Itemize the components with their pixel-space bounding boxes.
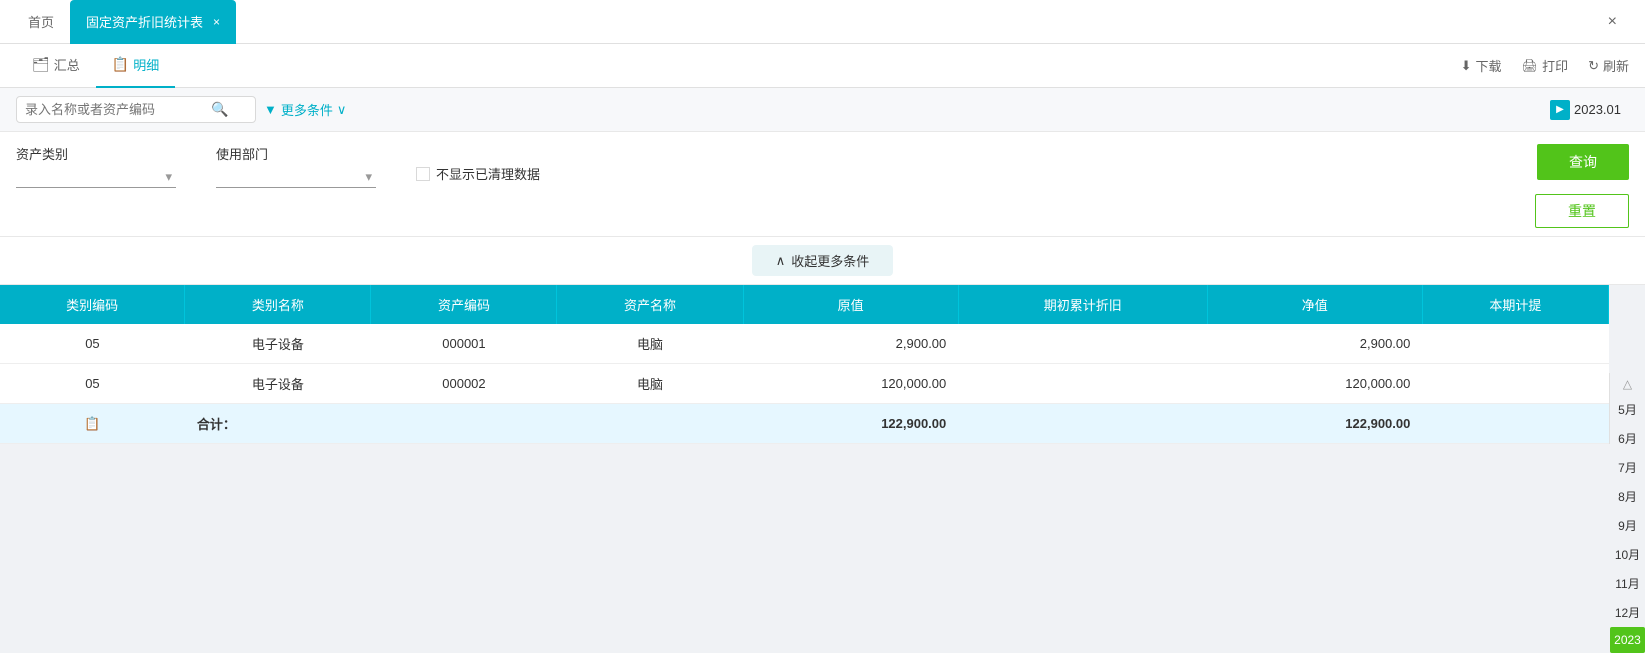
filter-icon: ▼ xyxy=(264,102,277,117)
search-input[interactable] xyxy=(25,102,205,117)
toolbar-right: ⬇ 下载 🖨 打印 ↻ 刷新 xyxy=(1461,56,1629,75)
refresh-label: 刷新 xyxy=(1603,56,1629,75)
cell-net-value-1: 2,900.00 xyxy=(1207,324,1422,364)
col-net-value: 净值 xyxy=(1207,285,1422,324)
more-conditions-label: 更多条件 xyxy=(281,100,333,119)
print-button[interactable]: 🖨 打印 xyxy=(1522,56,1569,75)
month-7[interactable]: 7月 xyxy=(1610,453,1645,482)
cell-current-depr-2 xyxy=(1422,364,1608,404)
more-conditions-button[interactable]: ▼ 更多条件 ∨ xyxy=(264,100,346,119)
collapse-button[interactable]: ∧ 收起更多条件 xyxy=(752,245,894,276)
table-header-row: 类别编码 类别名称 资产编码 资产名称 原值 期初累计折旧 净值 本期计提 xyxy=(0,285,1609,324)
cell-net-value-2: 120,000.00 xyxy=(1207,364,1422,404)
collapse-row: ∧ 收起更多条件 xyxy=(0,237,1645,285)
cell-category-name-1: 电子设备 xyxy=(185,324,371,364)
tab-summary[interactable]: 🗂 汇总 xyxy=(16,44,96,88)
year-2023[interactable]: 2023 xyxy=(1610,627,1645,653)
reset-button[interactable]: 重置 xyxy=(1535,194,1629,228)
cell-current-depr-1 xyxy=(1422,324,1608,364)
data-table-wrap: 类别编码 类别名称 资产编码 资产名称 原值 期初累计折旧 净值 本期计提 05… xyxy=(0,285,1609,444)
hide-cleared-group: 不显示已清理数据 xyxy=(416,164,540,183)
total-original: 122,900.00 xyxy=(743,404,958,444)
tab-row: 🗂 汇总 📋 明细 ⬇ 下载 🖨 打印 ↻ 刷新 xyxy=(0,44,1645,88)
department-label: 使用部门 xyxy=(216,144,376,163)
cell-accumulated-2 xyxy=(958,364,1207,404)
col-accumulated: 期初累计折旧 xyxy=(958,285,1207,324)
summary-icon: 🗂 xyxy=(32,56,50,73)
cell-original-1: 2,900.00 xyxy=(743,324,958,364)
tab-title: 固定资产折旧统计表 xyxy=(86,12,203,31)
cell-category-code-1: 05 xyxy=(0,324,185,364)
month-8[interactable]: 8月 xyxy=(1610,482,1645,511)
nav-home[interactable]: 首页 xyxy=(12,0,70,44)
total-label: 合计： xyxy=(185,404,743,444)
total-accumulated xyxy=(958,404,1207,444)
collapse-up-icon: ∧ xyxy=(776,253,786,269)
table-row: 05 电子设备 000001 电脑 2,900.00 2,900.00 xyxy=(0,324,1609,364)
tab-detail[interactable]: 📋 明细 xyxy=(96,44,175,88)
active-tab[interactable]: 固定资产折旧统计表 × xyxy=(70,0,236,44)
hide-cleared-checkbox[interactable] xyxy=(416,167,430,181)
tab-summary-label: 汇总 xyxy=(54,55,80,74)
col-asset-code: 资产编码 xyxy=(371,285,557,324)
cell-asset-code-2: 000002 xyxy=(371,364,557,404)
month-nav-up[interactable]: △ xyxy=(1610,373,1645,395)
total-row: 📋 合计： 122,900.00 122,900.00 xyxy=(0,404,1609,444)
date-indicator: 2023.01 xyxy=(1574,102,1629,117)
cell-asset-name-2: 电脑 xyxy=(557,364,743,404)
tab-close-icon[interactable]: × xyxy=(213,15,220,29)
refresh-button[interactable]: ↻ 刷新 xyxy=(1588,56,1629,75)
refresh-icon: ↻ xyxy=(1588,58,1599,74)
download-label: 下载 xyxy=(1476,56,1502,75)
table-row: 05 电子设备 000002 电脑 120,000.00 120,000.00 xyxy=(0,364,1609,404)
asset-category-group: 资产类别 ▾ xyxy=(16,144,176,188)
month-12[interactable]: 12月 xyxy=(1610,598,1645,627)
department-dropdown-icon: ▾ xyxy=(365,169,372,185)
month-nav: △ 5月 6月 7月 8月 9月 10月 11月 12月 2023 xyxy=(1609,373,1645,444)
col-current-depreciation: 本期计提 xyxy=(1422,285,1608,324)
col-category-code: 类别编码 xyxy=(0,285,185,324)
chevron-down-icon: ∨ xyxy=(337,102,347,118)
window-close-button[interactable]: × xyxy=(1592,13,1633,31)
col-category-name: 类别名称 xyxy=(185,285,371,324)
detail-icon: 📋 xyxy=(112,56,129,73)
cell-category-code-2: 05 xyxy=(0,364,185,404)
expand-button[interactable]: ▶ xyxy=(1550,100,1570,120)
month-5[interactable]: 5月 xyxy=(1610,395,1645,424)
total-icon-cell: 📋 xyxy=(0,404,185,444)
month-9[interactable]: 9月 xyxy=(1610,511,1645,540)
col-asset-name: 资产名称 xyxy=(557,285,743,324)
department-select[interactable]: ▾ xyxy=(216,167,376,188)
total-current-depr xyxy=(1422,404,1608,444)
asset-category-dropdown-icon: ▾ xyxy=(165,169,172,185)
cell-asset-name-1: 电脑 xyxy=(557,324,743,364)
asset-category-label: 资产类别 xyxy=(16,144,176,163)
tab-detail-label: 明细 xyxy=(133,55,159,74)
cell-original-2: 120,000.00 xyxy=(743,364,958,404)
month-10[interactable]: 10月 xyxy=(1610,540,1645,569)
search-row: 🔍 ▼ 更多条件 ∨ ▶ 2023.01 xyxy=(0,88,1645,132)
print-icon: 🖨 xyxy=(1522,58,1539,74)
data-table: 类别编码 类别名称 资产编码 资产名称 原值 期初累计折旧 净值 本期计提 05… xyxy=(0,285,1609,444)
total-net-value: 122,900.00 xyxy=(1207,404,1422,444)
print-label: 打印 xyxy=(1542,56,1568,75)
cell-accumulated-1 xyxy=(958,324,1207,364)
cell-category-name-2: 电子设备 xyxy=(185,364,371,404)
search-input-wrap[interactable]: 🔍 xyxy=(16,96,256,123)
hide-cleared-label: 不显示已清理数据 xyxy=(436,164,540,183)
top-nav: 首页 固定资产折旧统计表 × × xyxy=(0,0,1645,44)
month-6[interactable]: 6月 xyxy=(1610,424,1645,453)
download-button[interactable]: ⬇ 下载 xyxy=(1461,56,1502,75)
col-original: 原值 xyxy=(743,285,958,324)
download-icon: ⬇ xyxy=(1461,58,1472,74)
query-button[interactable]: 查询 xyxy=(1537,144,1629,180)
department-group: 使用部门 ▾ xyxy=(216,144,376,188)
cell-asset-code-1: 000001 xyxy=(371,324,557,364)
search-icon: 🔍 xyxy=(211,101,228,118)
asset-category-select[interactable]: ▾ xyxy=(16,167,176,188)
month-11[interactable]: 11月 xyxy=(1610,569,1645,598)
collapse-label: 收起更多条件 xyxy=(791,251,869,270)
